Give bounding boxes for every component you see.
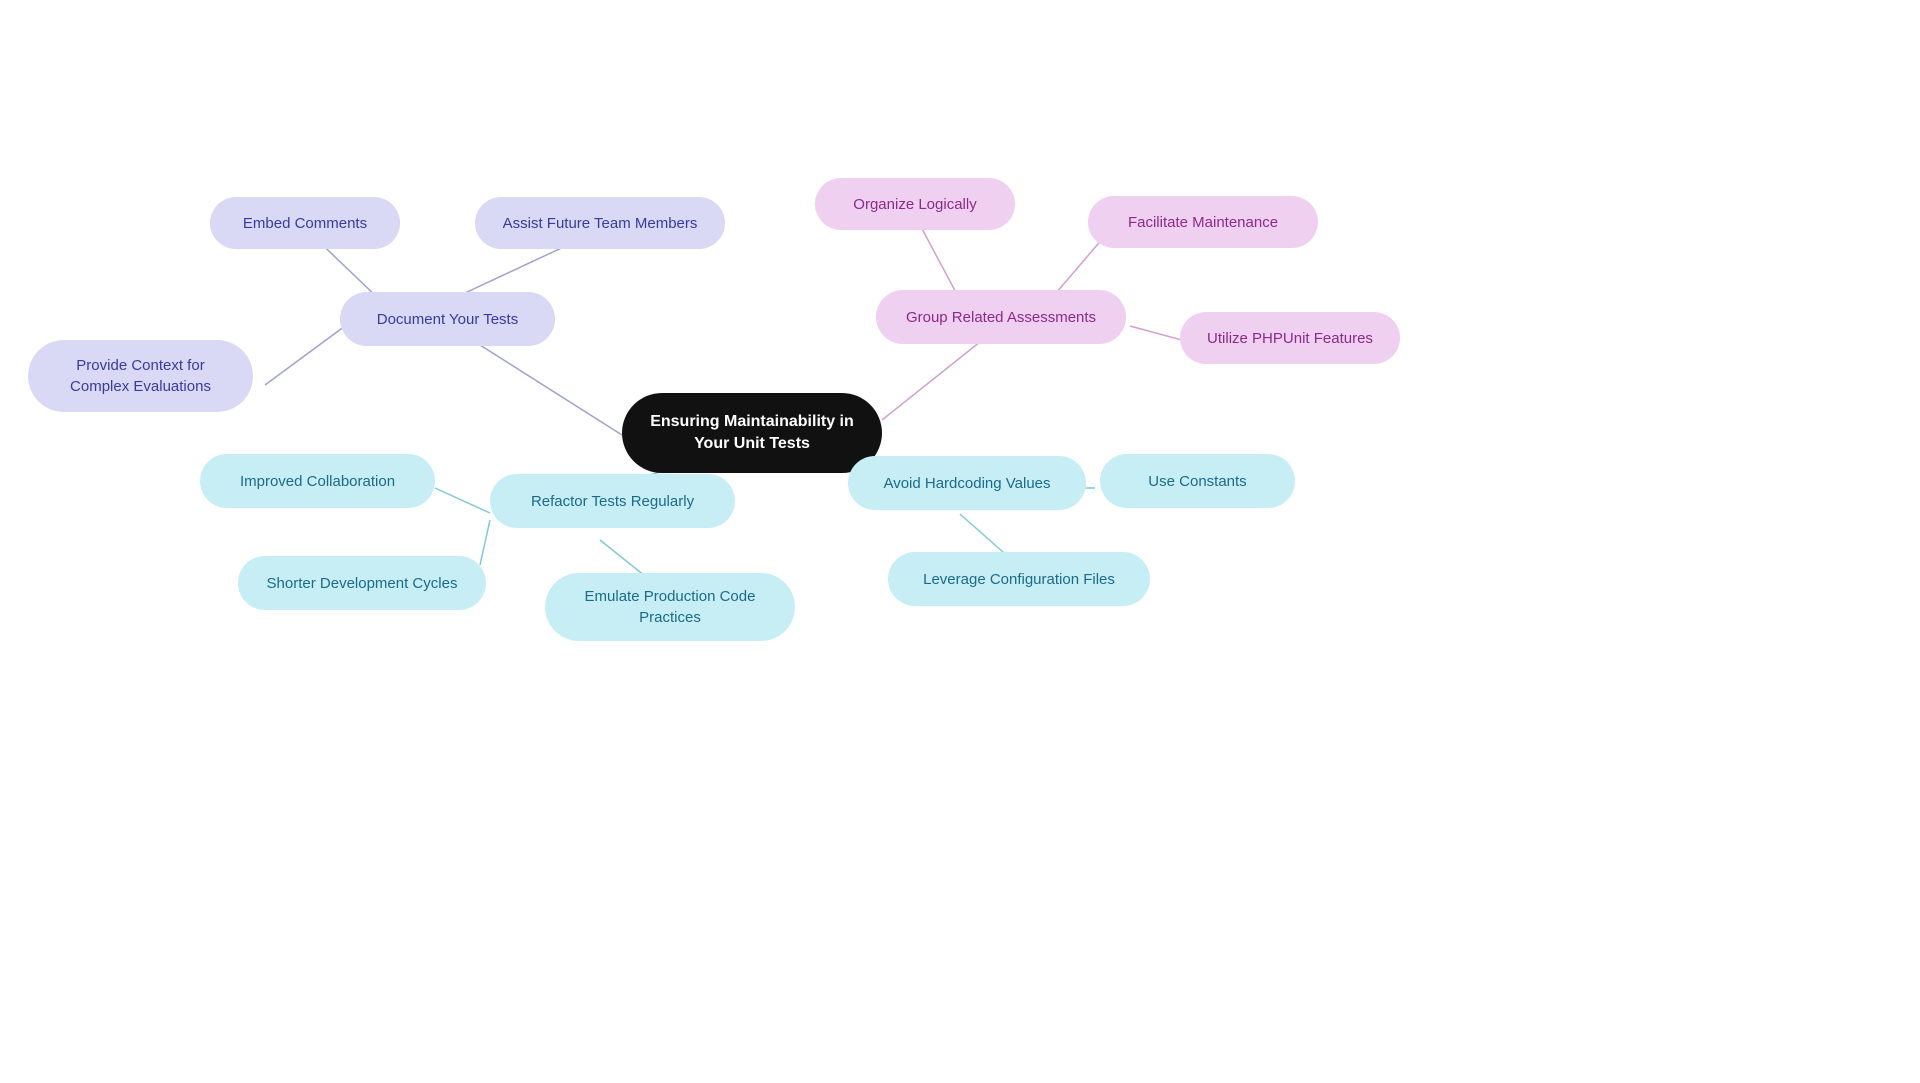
node-utilize-phpunit: Utilize PHPUnit Features — [1180, 312, 1400, 364]
node-facilitate-maintenance: Facilitate Maintenance — [1088, 196, 1318, 248]
node-embed-comments: Embed Comments — [210, 197, 400, 249]
node-avoid-hardcoding: Avoid Hardcoding Values — [848, 456, 1086, 510]
node-leverage-config: Leverage Configuration Files — [888, 552, 1150, 606]
node-assist-future: Assist Future Team Members — [475, 197, 725, 249]
node-provide-context: Provide Context for Complex Evaluations — [28, 340, 253, 412]
node-document-your-tests: Document Your Tests — [340, 292, 555, 346]
mind-map-connections — [0, 0, 1920, 1083]
node-refactor-tests: Refactor Tests Regularly — [490, 474, 735, 528]
node-group-related: Group Related Assessments — [876, 290, 1126, 344]
node-improved-collab: Improved Collaboration — [200, 454, 435, 508]
center-node: Ensuring Maintainability in Your Unit Te… — [622, 393, 882, 473]
node-shorter-cycles: Shorter Development Cycles — [238, 556, 486, 610]
node-emulate-production: Emulate Production Code Practices — [545, 573, 795, 641]
node-use-constants: Use Constants — [1100, 454, 1295, 508]
node-organize-logically: Organize Logically — [815, 178, 1015, 230]
